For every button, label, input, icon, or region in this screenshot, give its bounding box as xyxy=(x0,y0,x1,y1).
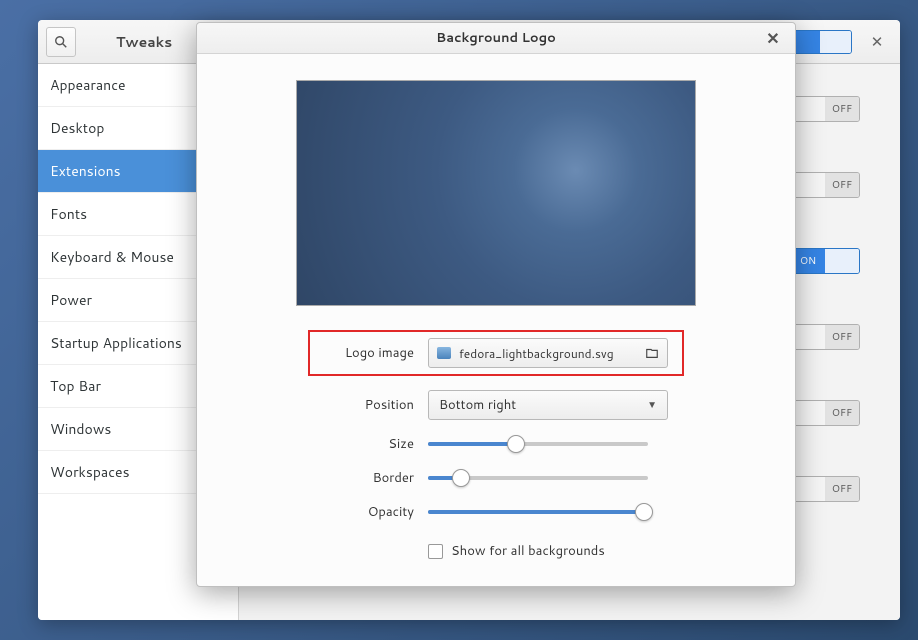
sidebar-item-label: Fonts xyxy=(50,204,87,224)
size-slider[interactable] xyxy=(428,434,648,454)
extension-toggle[interactable]: OFF xyxy=(790,324,860,350)
window-close-button[interactable]: ✕ xyxy=(862,31,892,52)
show-all-row: Show for all backgrounds xyxy=(428,542,668,560)
logo-image-filename: fedora_lightbackground.svg xyxy=(459,345,614,362)
dialog-body: Logo image fedora_lightbackground.svg Po… xyxy=(197,54,795,586)
open-file-icon xyxy=(645,346,659,360)
sidebar-item-label: Workspaces xyxy=(50,462,130,482)
toggle-off-label: OFF xyxy=(825,173,859,197)
size-label: Size xyxy=(324,435,414,453)
sidebar-item-label: Appearance xyxy=(50,75,126,95)
sidebar-item-label: Windows xyxy=(50,419,111,439)
toggle-off-label: OFF xyxy=(825,325,859,349)
extension-toggle[interactable]: OFF xyxy=(790,476,860,502)
image-file-icon xyxy=(437,347,451,359)
logo-image-row: Logo image fedora_lightbackground.svg xyxy=(308,330,684,376)
sidebar-item-label: Startup Applications xyxy=(50,333,182,353)
opacity-slider[interactable] xyxy=(428,502,648,522)
wallpaper-preview xyxy=(296,80,696,306)
border-row: Border xyxy=(324,468,668,488)
position-combo[interactable]: Bottom right ▼ xyxy=(428,390,668,420)
border-label: Border xyxy=(324,469,414,487)
slider-thumb[interactable] xyxy=(452,469,470,487)
sidebar-item-label: Power xyxy=(50,290,92,310)
close-icon: ✕ xyxy=(871,31,884,52)
border-slider[interactable] xyxy=(428,468,648,488)
size-row: Size xyxy=(324,434,668,454)
logo-image-file-chooser[interactable]: fedora_lightbackground.svg xyxy=(428,338,668,368)
extension-toggle[interactable]: ON xyxy=(790,248,860,274)
dialog-header: Background Logo ✕ xyxy=(197,23,795,54)
slider-thumb[interactable] xyxy=(635,503,653,521)
background-logo-dialog: Background Logo ✕ Logo image fedora_ligh… xyxy=(196,22,796,587)
extension-toggle[interactable]: OFF xyxy=(790,400,860,426)
dialog-title: Background Logo xyxy=(229,29,763,47)
dialog-form: Logo image fedora_lightbackground.svg Po… xyxy=(324,330,668,560)
opacity-row: Opacity xyxy=(324,502,668,522)
position-label: Position xyxy=(324,396,414,414)
global-extensions-switch[interactable] xyxy=(788,30,852,54)
close-icon: ✕ xyxy=(766,27,779,50)
search-icon xyxy=(54,35,68,49)
show-all-label: Show for all backgrounds xyxy=(451,542,605,560)
toggle-off-label: OFF xyxy=(825,477,859,501)
sidebar-item-label: Top Bar xyxy=(50,376,101,396)
chevron-down-icon: ▼ xyxy=(647,398,657,412)
sidebar-item-label: Desktop xyxy=(50,118,104,138)
toggle-off-label: OFF xyxy=(825,401,859,425)
toggle-off-label: OFF xyxy=(825,97,859,121)
extension-toggle[interactable]: OFF xyxy=(790,96,860,122)
slider-thumb[interactable] xyxy=(507,435,525,453)
extension-toggle[interactable]: OFF xyxy=(790,172,860,198)
sidebar-item-label: Keyboard & Mouse xyxy=(50,247,174,267)
sidebar-item-label: Extensions xyxy=(50,161,121,181)
position-value: Bottom right xyxy=(439,396,516,414)
show-all-checkbox[interactable] xyxy=(428,544,443,559)
logo-image-label: Logo image xyxy=(324,344,414,362)
window-title: Tweaks xyxy=(116,32,172,52)
dialog-close-button[interactable]: ✕ xyxy=(763,27,783,50)
toggle-on-label: ON xyxy=(791,249,825,273)
switch-thumb xyxy=(820,31,851,53)
opacity-label: Opacity xyxy=(324,503,414,521)
position-row: Position Bottom right ▼ xyxy=(324,390,668,420)
search-button[interactable] xyxy=(46,27,76,57)
